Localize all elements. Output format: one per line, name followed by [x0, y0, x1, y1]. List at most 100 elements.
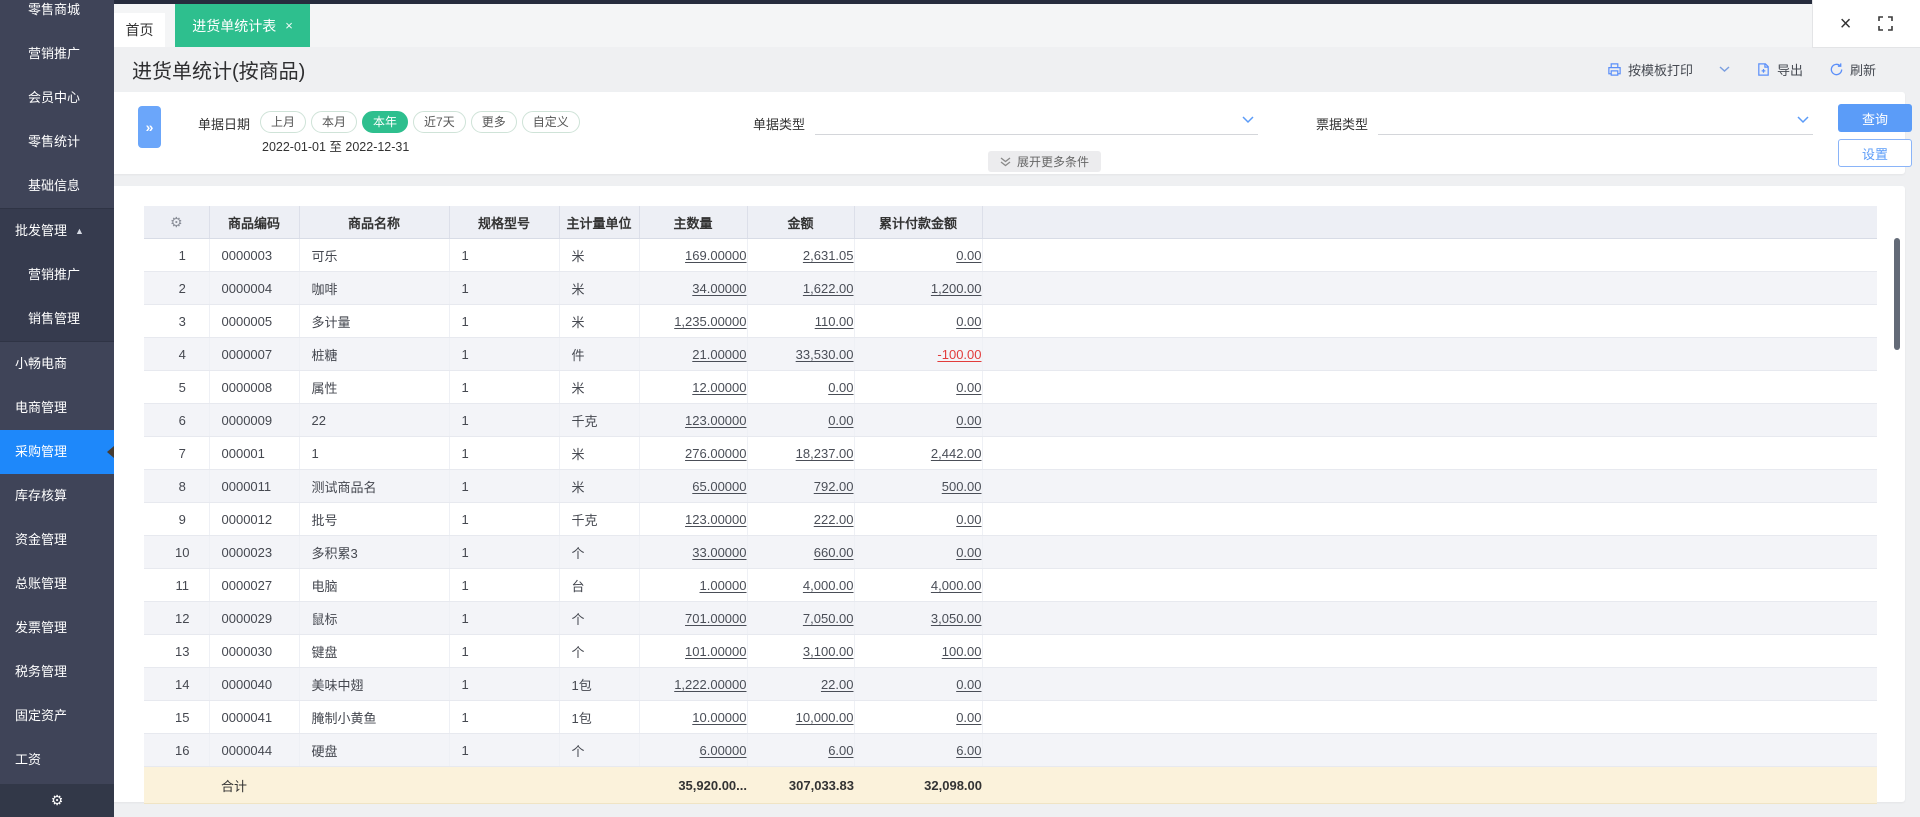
date-pill-本月[interactable]: 本月	[311, 111, 358, 133]
cell-quantity-link[interactable]: 1,222.00000	[674, 677, 746, 692]
date-pill-自定义[interactable]: 自定义	[521, 111, 580, 133]
export-button[interactable]: 导出	[1756, 60, 1803, 79]
vertical-scrollbar-thumb[interactable]	[1894, 238, 1900, 350]
cell-paid-amount-link[interactable]: 6.00	[956, 743, 981, 758]
cell-amount-link[interactable]: 18,237.00	[796, 446, 853, 461]
date-pill-近7天[interactable]: 近7天	[413, 111, 466, 133]
cell-amount-link[interactable]: 0.00	[828, 413, 853, 428]
cell-paid-amount-link[interactable]: 0.00	[956, 413, 981, 428]
sidebar-item-8[interactable]: 小畅电商	[0, 342, 114, 386]
sidebar-item-3[interactable]: 零售统计	[0, 120, 114, 164]
cell-quantity-link[interactable]: 1,235.00000	[674, 314, 746, 329]
ticket-type-select[interactable]	[1378, 108, 1813, 135]
cell-paid-amount: 0.00	[854, 502, 983, 536]
cell-paid-amount-link[interactable]: 4,000.00	[931, 578, 981, 593]
sidebar-item-1[interactable]: 营销推广	[0, 32, 114, 76]
cell-amount-link[interactable]: 0.00	[828, 380, 853, 395]
sidebar-item-16[interactable]: 固定资产	[0, 694, 114, 738]
cell-paid-amount-link[interactable]: 0.00	[956, 710, 981, 725]
column-settings-icon[interactable]: ⚙	[170, 214, 183, 230]
print-options-chevron-icon[interactable]	[1719, 66, 1730, 73]
cell-quantity-link[interactable]: 1.00000	[700, 578, 747, 593]
sidebar-item-10[interactable]: 采购管理	[0, 430, 114, 474]
date-filter-label: 单据日期	[198, 117, 251, 132]
sidebar-item-12[interactable]: 资金管理	[0, 518, 114, 562]
cell-quantity-link[interactable]: 10.00000	[692, 710, 746, 725]
cell-amount: 7,050.00	[747, 601, 855, 635]
expand-more-conditions-button[interactable]: 展开更多条件	[988, 151, 1102, 172]
cell-row-number: 1	[144, 238, 210, 272]
date-range-value[interactable]: 2022-01-01 至 2022-12-31	[262, 136, 409, 155]
totals-filler	[449, 766, 559, 804]
doc-type-select[interactable]	[815, 108, 1258, 135]
print-by-template-button[interactable]: 按模板打印	[1607, 60, 1693, 79]
cell-paid-amount-link[interactable]: 100.00	[942, 644, 981, 659]
cell-quantity-link[interactable]: 169.00000	[685, 248, 746, 263]
cell-amount-link[interactable]: 1,622.00	[803, 281, 853, 296]
tab-close-icon[interactable]: ×	[285, 19, 293, 32]
cell-amount-link[interactable]: 2,631.05	[803, 248, 853, 263]
cell-amount-link[interactable]: 7,050.00	[803, 611, 853, 626]
tab-home[interactable]: 首页	[114, 13, 165, 47]
sidebar-item-9[interactable]: 电商管理	[0, 386, 114, 430]
cell-quantity-link[interactable]: 12.00000	[692, 380, 746, 395]
cell-paid-amount-link[interactable]: 0.00	[956, 512, 981, 527]
sidebar-item-17[interactable]: 工资	[0, 738, 114, 782]
date-pill-本年[interactable]: 本年	[362, 111, 409, 133]
sidebar-item-7[interactable]: 销售管理	[0, 297, 114, 342]
cell-spec-model: 1	[449, 469, 560, 503]
cell-paid-amount-link[interactable]: 2,442.00	[931, 446, 981, 461]
cell-amount-link[interactable]: 33,530.00	[796, 347, 853, 362]
cell-amount-link[interactable]: 222.00	[814, 512, 853, 527]
sidebar-item-14[interactable]: 发票管理	[0, 606, 114, 650]
query-button[interactable]: 查询	[1838, 104, 1912, 132]
cell-amount-link[interactable]: 3,100.00	[803, 644, 853, 659]
cell-quantity-link[interactable]: 34.00000	[692, 281, 746, 296]
tab-purchase-report[interactable]: 进货单统计表 ×	[175, 4, 310, 47]
sidebar-item-6[interactable]: 营销推广	[0, 253, 114, 297]
sidebar-item-5[interactable]: 批发管理 ▲	[0, 208, 114, 253]
cell-quantity-link[interactable]: 123.00000	[685, 512, 746, 527]
sidebar-item-2[interactable]: 会员中心	[0, 76, 114, 120]
cell-quantity-link[interactable]: 33.00000	[692, 545, 746, 560]
cell-product-name: 桩糖	[299, 337, 450, 371]
cell-quantity-link[interactable]: 21.00000	[692, 347, 746, 362]
cell-quantity-link[interactable]: 276.00000	[685, 446, 746, 461]
cell-paid-amount-link[interactable]: 0.00	[956, 677, 981, 692]
refresh-button[interactable]: 刷新	[1829, 60, 1876, 79]
sidebar-item-13[interactable]: 总账管理	[0, 562, 114, 606]
cell-amount-link[interactable]: 22.00	[821, 677, 853, 692]
date-pill-上月[interactable]: 上月	[260, 111, 307, 133]
cell-amount-link[interactable]: 4,000.00	[803, 578, 853, 593]
cell-amount-link[interactable]: 792.00	[814, 479, 853, 494]
cell-quantity-link[interactable]: 701.00000	[685, 611, 746, 626]
cell-paid-amount-link[interactable]: 500.00	[942, 479, 981, 494]
cell-quantity-link[interactable]: 123.00000	[685, 413, 746, 428]
cell-quantity-link[interactable]: 101.00000	[685, 644, 746, 659]
cell-paid-amount-link[interactable]: 0.00	[956, 314, 981, 329]
sidebar-item-11[interactable]: 库存核算	[0, 474, 114, 518]
close-icon[interactable]: ×	[1840, 14, 1852, 34]
cell-quantity-link[interactable]: 65.00000	[692, 479, 746, 494]
cell-unit: 千克	[559, 502, 640, 536]
sidebar-item-4[interactable]: 基础信息	[0, 164, 114, 208]
cell-amount-link[interactable]: 6.00	[828, 743, 853, 758]
cell-paid-amount-link[interactable]: -100.00	[937, 347, 981, 362]
collapse-filter-icon[interactable]: »	[138, 106, 161, 148]
gear-icon[interactable]: ⚙	[51, 792, 64, 809]
cell-amount-link[interactable]: 10,000.00	[796, 710, 853, 725]
cell-paid-amount-link[interactable]: 3,050.00	[931, 611, 981, 626]
sidebar-item-15[interactable]: 税务管理	[0, 650, 114, 694]
cell-paid-amount-link[interactable]: 0.00	[956, 380, 981, 395]
cell-amount-link[interactable]: 110.00	[815, 314, 853, 329]
cell-paid-amount-link[interactable]: 0.00	[956, 545, 981, 560]
sidebar-item-0[interactable]: 零售商城	[0, 0, 114, 32]
cell-amount-link[interactable]: 660.00	[814, 545, 853, 560]
sidebar-footer[interactable]: ⚙	[0, 784, 114, 817]
fullscreen-icon[interactable]	[1878, 16, 1894, 31]
settings-button[interactable]: 设置	[1838, 139, 1912, 167]
cell-paid-amount-link[interactable]: 0.00	[956, 248, 981, 263]
date-pill-更多[interactable]: 更多	[470, 111, 517, 133]
cell-quantity-link[interactable]: 6.00000	[700, 743, 747, 758]
cell-paid-amount-link[interactable]: 1,200.00	[931, 281, 981, 296]
